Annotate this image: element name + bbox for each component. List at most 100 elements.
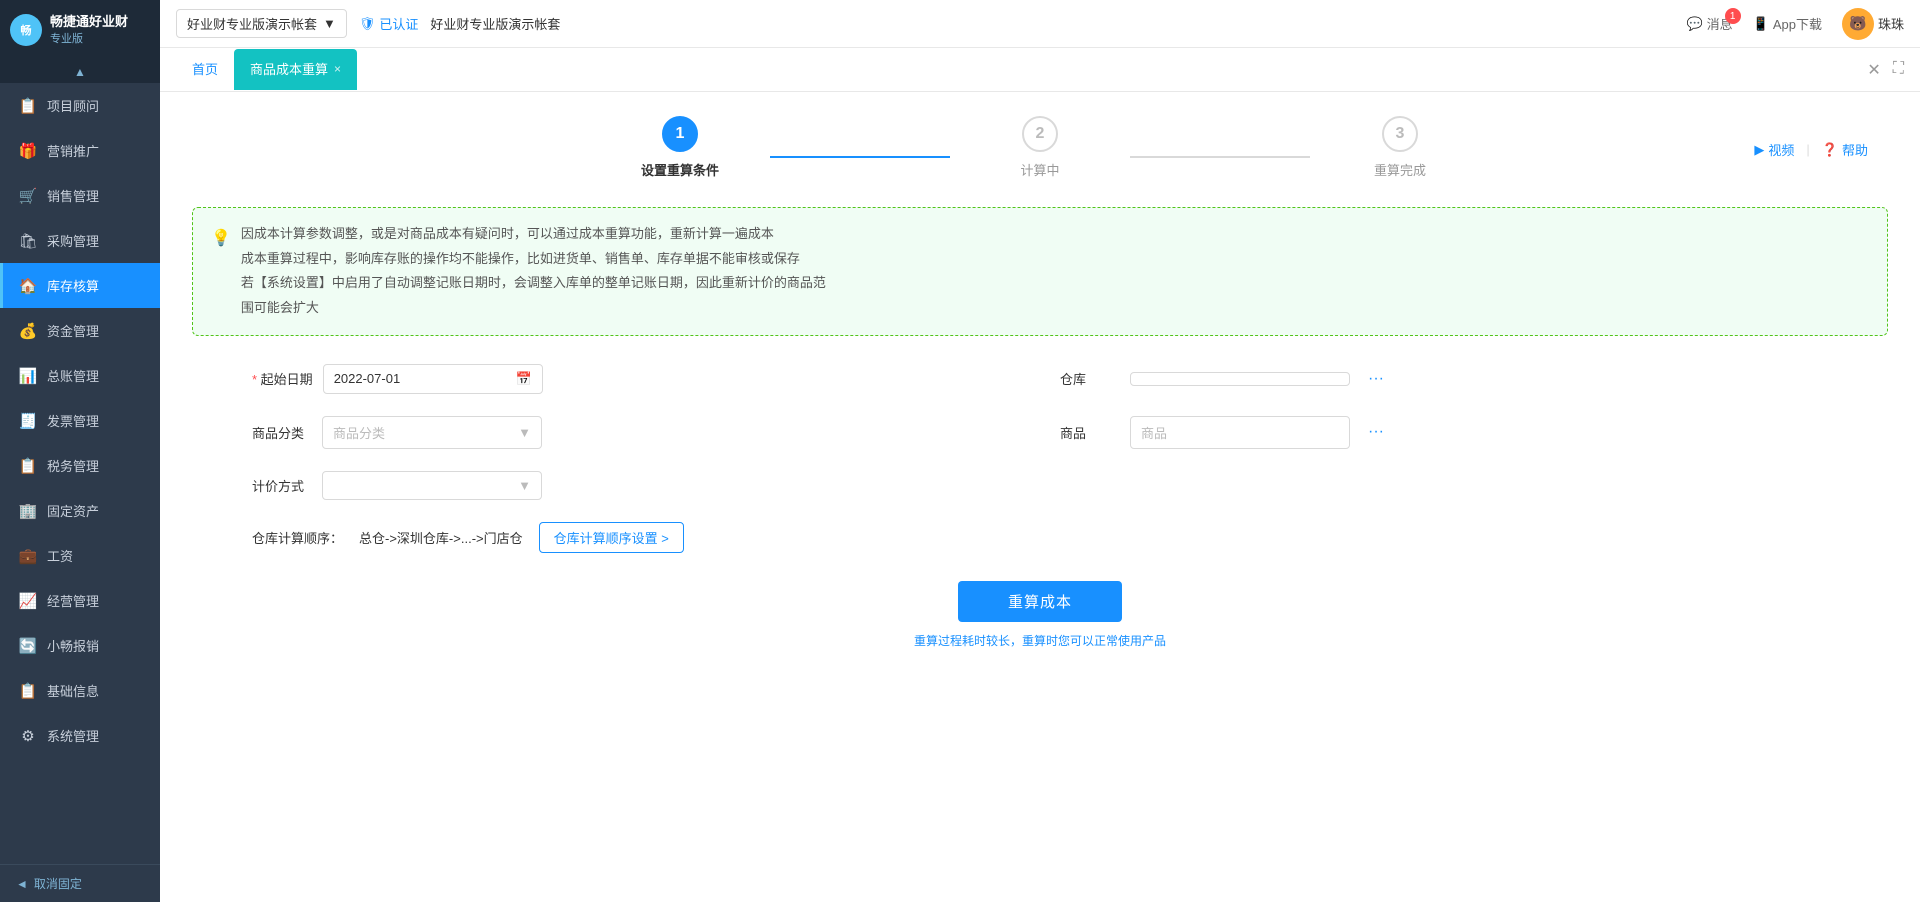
topbar: 好业财专业版演示帐套 ▼ 🛡 已认证 好业财专业版演示帐套 💬 消息 1 📱 A… <box>160 0 1920 48</box>
expand-icon[interactable]: ⛶ <box>1893 60 1904 80</box>
sidebar: 畅 畅捷通好业财 专业版 ▲ 📋 项目顾问 🎁 营销推广 🛒 销售管理 🛍 采购… <box>0 0 160 902</box>
purchase-icon: 🛍 <box>19 232 37 250</box>
pricing-label: 计价方式 <box>252 476 312 495</box>
dropdown-arrow-icon: ▼ <box>323 16 336 31</box>
tab-home[interactable]: 首页 <box>176 49 234 90</box>
home-tab-label: 首页 <box>192 62 218 77</box>
message-action[interactable]: 💬 消息 1 <box>1686 14 1732 33</box>
start-date-field: 起始日期 2022-07-01 📅 <box>252 364 1020 394</box>
video-btn[interactable]: ▶ 视频 <box>1754 140 1794 159</box>
system-icon: ⚙ <box>19 727 37 745</box>
info-line-2: 成本重算过程中，影响库存账的操作均不能操作，比如进货单、销售单、库存单据不能审核… <box>241 247 826 272</box>
help-btn[interactable]: ❓ 帮助 <box>1822 140 1868 159</box>
recalculate-button[interactable]: 重算成本 <box>958 581 1122 622</box>
sidebar-item-expense[interactable]: 🔄 小畅报销 <box>0 623 160 668</box>
marketing-icon: 🎁 <box>19 142 37 160</box>
sidebar-item-system[interactable]: ⚙ 系统管理 <box>0 713 160 758</box>
goods-field: 商品 商品 ··· <box>1060 416 1828 449</box>
category-field: 商品分类 商品分类 ▼ <box>252 416 1020 449</box>
sidebar-item-basic[interactable]: 📋 基础信息 <box>0 668 160 713</box>
pricing-select[interactable]: ▼ <box>322 471 542 500</box>
step-3: 3 重算完成 <box>1310 116 1490 179</box>
tab-recalculate[interactable]: 商品成本重算 × <box>234 49 357 90</box>
avatar: 🐻 <box>1842 8 1874 40</box>
account-name: 好业财专业版演示帐套 <box>187 14 317 33</box>
step-2-label: 计算中 <box>1020 160 1059 179</box>
invoice-icon: 🧾 <box>19 412 37 430</box>
warehouse-dots-icon[interactable]: ··· <box>1368 370 1384 388</box>
step-3-label: 重算完成 <box>1374 160 1426 179</box>
tabbar-controls: ✕ ⛶ <box>1867 60 1904 80</box>
start-date-label: 起始日期 <box>252 369 313 388</box>
goods-dots-icon[interactable]: ··· <box>1368 423 1384 441</box>
sidebar-item-label: 经营管理 <box>47 591 99 610</box>
form-row-2: 商品分类 商品分类 ▼ 商品 商品 ··· <box>252 416 1828 449</box>
sidebar-item-operations[interactable]: 📈 经营管理 <box>0 578 160 623</box>
account-select[interactable]: 好业财专业版演示帐套 ▼ <box>176 9 347 38</box>
pricing-field: 计价方式 ▼ <box>252 471 1020 500</box>
warehouse-input[interactable] <box>1130 372 1350 386</box>
sidebar-item-purchase[interactable]: 🛍 采购管理 <box>0 218 160 263</box>
warehouse-order-settings-button[interactable]: 仓库计算顺序设置 > <box>539 522 684 553</box>
app-title: 畅捷通好业财 <box>50 14 128 31</box>
sidebar-item-tax[interactable]: 📋 税务管理 <box>0 443 160 488</box>
cancel-pin-label: 取消固定 <box>34 875 82 892</box>
sidebar-item-marketing[interactable]: 🎁 营销推广 <box>0 128 160 173</box>
goods-input[interactable]: 商品 <box>1130 416 1350 449</box>
sidebar-cancel-pin[interactable]: ◄ 取消固定 <box>0 864 160 902</box>
category-label: 商品分类 <box>252 423 312 442</box>
tabbar: 首页 商品成本重算 × ✕ ⛶ <box>160 48 1920 92</box>
warehouse-label: 仓库 <box>1060 369 1120 388</box>
form-section: 起始日期 2022-07-01 📅 仓库 ··· 商品分类 <box>192 364 1888 649</box>
sidebar-item-label: 发票管理 <box>47 411 99 430</box>
inventory-icon: 🏠 <box>19 277 37 295</box>
sidebar-item-assets[interactable]: 🏢 固定资产 <box>0 488 160 533</box>
basic-icon: 📋 <box>19 682 37 700</box>
sidebar-item-payroll[interactable]: 💼 工资 <box>0 533 160 578</box>
category-select[interactable]: 商品分类 ▼ <box>322 416 542 449</box>
form-row-1: 起始日期 2022-07-01 📅 仓库 ··· <box>252 364 1828 394</box>
steps-wrapper: 1 设置重算条件 2 计算中 3 重算完成 <box>590 116 1490 179</box>
step-2-circle: 2 <box>1022 116 1058 152</box>
sidebar-item-finance[interactable]: 💰 资金管理 <box>0 308 160 353</box>
sidebar-scroll-up[interactable]: ▲ <box>0 60 160 83</box>
close-window-icon[interactable]: ✕ <box>1867 60 1880 80</box>
calendar-icon[interactable]: 📅 <box>516 371 532 387</box>
start-date-input[interactable]: 2022-07-01 📅 <box>323 364 543 394</box>
form-row-3: 计价方式 ▼ <box>252 471 1828 500</box>
message-icon: 💬 <box>1686 16 1702 32</box>
user-avatar-action[interactable]: 🐻 珠珠 <box>1842 8 1904 40</box>
video-label: 视频 <box>1768 140 1794 159</box>
sidebar-header: 畅 畅捷通好业财 专业版 <box>0 0 160 60</box>
sidebar-item-label: 工资 <box>47 546 73 565</box>
app-download-label: App下载 <box>1773 14 1822 33</box>
category-placeholder: 商品分类 <box>333 423 385 442</box>
sidebar-item-sales[interactable]: 🛒 销售管理 <box>0 173 160 218</box>
sidebar-item-label: 固定资产 <box>47 501 99 520</box>
sidebar-item-invoice[interactable]: 🧾 发票管理 <box>0 398 160 443</box>
step-1-label: 设置重算条件 <box>641 160 719 179</box>
sidebar-item-label: 采购管理 <box>47 231 99 250</box>
topbar-right-area: 💬 消息 1 📱 App下载 🐻 珠珠 <box>1686 8 1904 40</box>
sales-icon: 🛒 <box>19 187 37 205</box>
expense-icon: 🔄 <box>19 637 37 655</box>
sidebar-item-label: 税务管理 <box>47 456 99 475</box>
steps-area: 1 设置重算条件 2 计算中 3 重算完成 <box>192 116 1888 179</box>
sidebar-item-project[interactable]: 📋 项目顾问 <box>0 83 160 128</box>
sidebar-item-label: 资金管理 <box>47 321 99 340</box>
sidebar-item-label: 库存核算 <box>47 276 99 295</box>
sidebar-item-label: 小畅报销 <box>47 636 99 655</box>
tab-close-icon[interactable]: × <box>334 62 341 76</box>
sidebar-item-inventory[interactable]: 🏠 库存核算 <box>0 263 160 308</box>
app-edition: 专业版 <box>50 30 128 46</box>
app-logo-icon: 畅 <box>10 14 42 46</box>
sidebar-item-accounting[interactable]: 📊 总账管理 <box>0 353 160 398</box>
warehouse-order-label: 仓库计算顺序： <box>252 528 343 547</box>
step-3-circle: 3 <box>1382 116 1418 152</box>
phone-icon: 📱 <box>1753 16 1769 32</box>
info-line-4: 围可能会扩大 <box>241 296 826 321</box>
start-date-value: 2022-07-01 <box>334 371 401 386</box>
app-download-action[interactable]: 📱 App下载 <box>1753 14 1822 33</box>
help-label: 帮助 <box>1842 140 1868 159</box>
sidebar-item-label: 基础信息 <box>47 681 99 700</box>
